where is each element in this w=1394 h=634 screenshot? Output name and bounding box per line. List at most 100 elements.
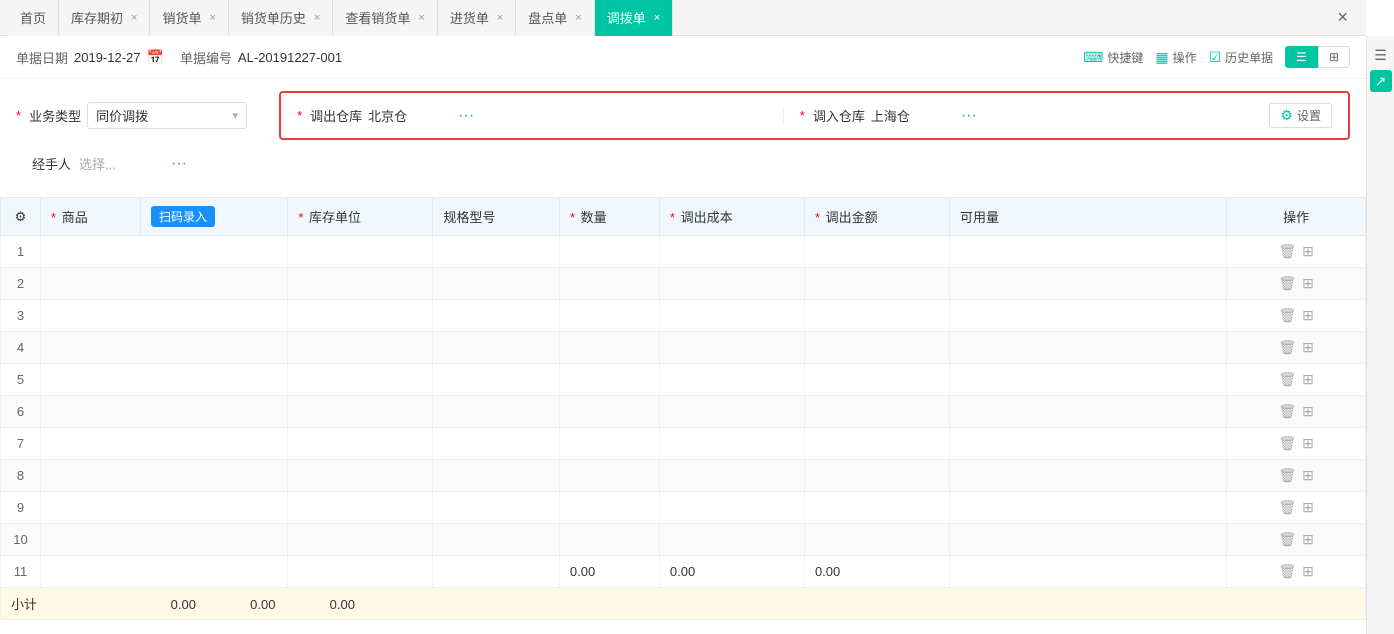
subtotal-delete-icon[interactable]: 🗑 (1278, 563, 1296, 580)
tab-transfer-order-close[interactable]: × (654, 12, 660, 24)
row-unit[interactable] (288, 460, 433, 492)
row-spec[interactable] (433, 396, 560, 428)
delete-icon[interactable]: 🗑 (1278, 435, 1296, 452)
copy-icon[interactable]: ⊞ (1302, 275, 1314, 292)
tab-home[interactable]: 首页 (8, 0, 59, 36)
row-amount[interactable] (804, 236, 949, 268)
row-product[interactable] (41, 428, 288, 460)
tab-purchase-order[interactable]: 进货单 × (438, 0, 516, 36)
row-amount[interactable] (804, 268, 949, 300)
row-cost[interactable] (659, 524, 804, 556)
row-spec[interactable] (433, 300, 560, 332)
row-spec[interactable] (433, 428, 560, 460)
history-action[interactable]: ☑ 历史单据 (1209, 49, 1274, 66)
row-unit[interactable] (288, 364, 433, 396)
row-spec[interactable] (433, 268, 560, 300)
delete-icon[interactable]: 🗑 (1278, 371, 1296, 388)
tab-transfer-order[interactable]: 调拨单 × (595, 0, 673, 36)
warehouse-in-dots[interactable]: ··· (957, 107, 981, 125)
row-spec[interactable] (433, 460, 560, 492)
warehouse-settings-btn[interactable]: ⚙ 设置 (1269, 103, 1332, 128)
copy-icon[interactable]: ⊞ (1302, 435, 1314, 452)
row-spec[interactable] (433, 236, 560, 268)
row-product[interactable] (41, 236, 288, 268)
row-unit[interactable] (288, 396, 433, 428)
row-quantity[interactable] (559, 332, 659, 364)
row-amount[interactable] (804, 492, 949, 524)
row-cost[interactable] (659, 268, 804, 300)
row-quantity[interactable] (559, 524, 659, 556)
handler-value[interactable]: 选择... (79, 154, 159, 173)
row-available[interactable] (950, 460, 1227, 492)
copy-icon[interactable]: ⊞ (1302, 467, 1314, 484)
row-product[interactable] (41, 364, 288, 396)
row-spec[interactable] (433, 364, 560, 396)
row-quantity[interactable] (559, 460, 659, 492)
row-available[interactable] (950, 524, 1227, 556)
row-available[interactable] (950, 364, 1227, 396)
tab-sales-history-close[interactable]: × (314, 12, 320, 24)
tab-view-sales[interactable]: 查看销货单 × (333, 0, 437, 36)
tab-view-sales-close[interactable]: × (418, 12, 424, 24)
row-available[interactable] (950, 236, 1227, 268)
row-amount[interactable] (804, 300, 949, 332)
copy-icon[interactable]: ⊞ (1302, 371, 1314, 388)
row-unit[interactable] (288, 268, 433, 300)
tab-sales-order-close[interactable]: × (209, 12, 215, 24)
calendar-icon[interactable]: 📅 (147, 49, 164, 66)
col-settings[interactable]: ⚙ (1, 198, 41, 236)
tab-purchase-order-close[interactable]: × (497, 12, 503, 24)
row-quantity[interactable] (559, 268, 659, 300)
row-unit[interactable] (288, 332, 433, 364)
sidebar-list-btn[interactable]: ☰ (1370, 44, 1392, 66)
row-cost[interactable] (659, 364, 804, 396)
copy-icon[interactable]: ⊞ (1302, 243, 1314, 260)
copy-icon[interactable]: ⊞ (1302, 531, 1314, 548)
row-cost[interactable] (659, 396, 804, 428)
row-unit[interactable] (288, 428, 433, 460)
quick-key-action[interactable]: ⌨ 快捷键 (1083, 49, 1143, 66)
row-cost[interactable] (659, 460, 804, 492)
row-unit[interactable] (288, 300, 433, 332)
delete-icon[interactable]: 🗑 (1278, 243, 1296, 260)
row-cost[interactable] (659, 236, 804, 268)
row-amount[interactable] (804, 460, 949, 492)
row-amount[interactable] (804, 332, 949, 364)
row-quantity[interactable] (559, 492, 659, 524)
subtotal-copy-icon[interactable]: ⊞ (1302, 563, 1314, 580)
copy-icon[interactable]: ⊞ (1302, 499, 1314, 516)
tab-inventory-init[interactable]: 库存期初 × (59, 0, 150, 36)
row-product[interactable] (41, 268, 288, 300)
row-cost[interactable] (659, 300, 804, 332)
row-quantity[interactable] (559, 428, 659, 460)
business-type-dropdown[interactable]: 同价调拨 ▾ (87, 102, 247, 129)
copy-icon[interactable]: ⊞ (1302, 339, 1314, 356)
handler-dots[interactable]: ··· (167, 155, 191, 173)
row-quantity[interactable] (559, 396, 659, 428)
copy-icon[interactable]: ⊞ (1302, 403, 1314, 420)
row-product[interactable] (41, 332, 288, 364)
tab-inventory-check-close[interactable]: × (575, 12, 581, 24)
row-available[interactable] (950, 332, 1227, 364)
row-unit[interactable] (288, 236, 433, 268)
tab-inventory-init-close[interactable]: × (131, 12, 137, 24)
row-amount[interactable] (804, 524, 949, 556)
row-amount[interactable] (804, 428, 949, 460)
operation-action[interactable]: ▦ 操作 (1155, 49, 1196, 66)
row-unit[interactable] (288, 524, 433, 556)
copy-icon[interactable]: ⊞ (1302, 307, 1314, 324)
row-product[interactable] (41, 460, 288, 492)
scan-button[interactable]: 扫码录入 (151, 206, 215, 227)
list-view-btn[interactable]: ☰ (1285, 46, 1318, 68)
row-available[interactable] (950, 492, 1227, 524)
delete-icon[interactable]: 🗑 (1278, 307, 1296, 324)
row-amount[interactable] (804, 364, 949, 396)
row-product[interactable] (41, 396, 288, 428)
row-cost[interactable] (659, 332, 804, 364)
delete-icon[interactable]: 🗑 (1278, 531, 1296, 548)
row-cost[interactable] (659, 428, 804, 460)
row-product[interactable] (41, 524, 288, 556)
delete-icon[interactable]: 🗑 (1278, 467, 1296, 484)
row-unit[interactable] (288, 492, 433, 524)
delete-icon[interactable]: 🗑 (1278, 499, 1296, 516)
